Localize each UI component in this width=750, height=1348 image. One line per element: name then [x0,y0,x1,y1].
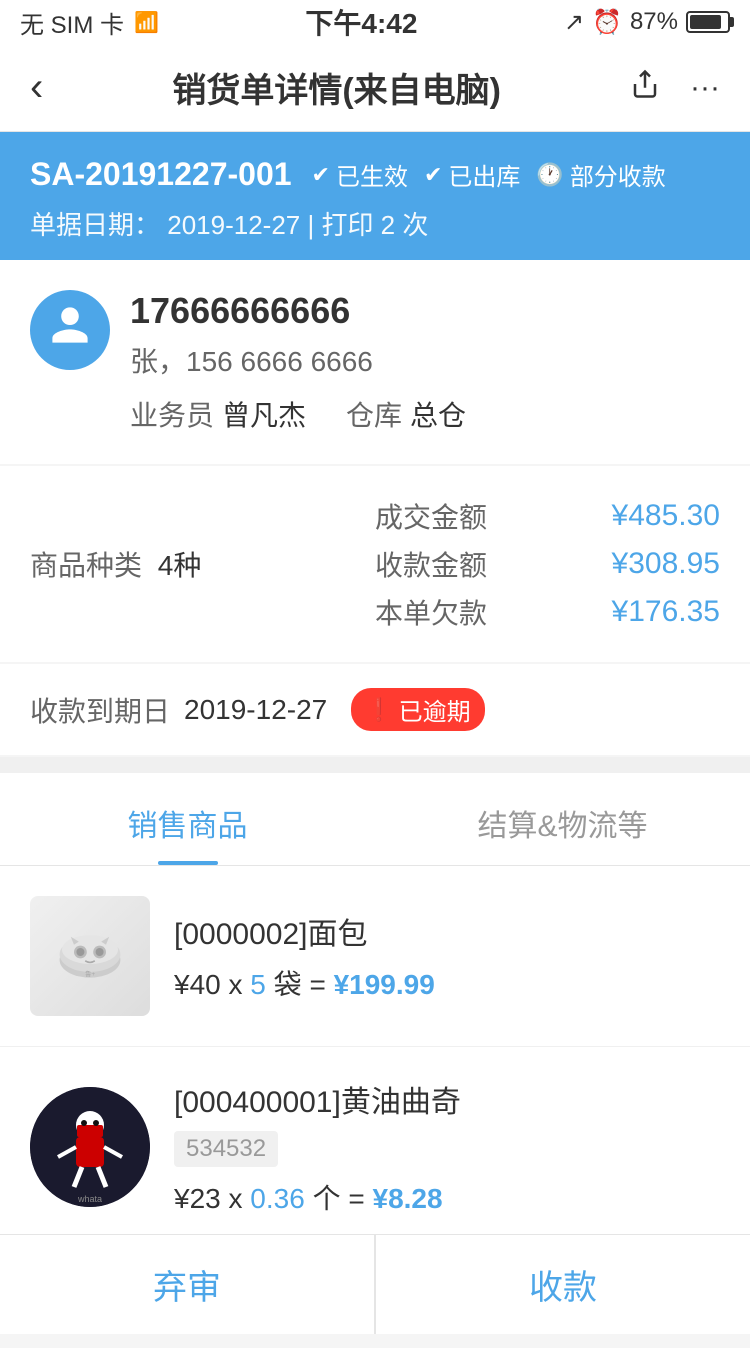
debt-value: ¥176.35 [612,595,720,629]
overdue-text: 已逾期 [399,692,471,727]
status-left: 无 SIM 卡 📶 [20,5,159,40]
product-item-cookie: whata [000400001]黄油曲奇 534532 ¥23 x 0.36 … [0,1047,750,1248]
product-kind-label: 商品种类 [30,550,142,581]
product-info-bread: [0000002]面包 ¥40 x 5 袋 = ¥199.99 [174,909,720,1003]
share-button[interactable] [630,69,660,107]
qty-cookie: 0.36 [250,1183,305,1214]
product-kind-row: 商品种类 4种 [30,544,375,584]
due-date-value: 2019-12-27 [184,694,327,726]
carrier-text: 无 SIM 卡 [20,5,124,40]
product-price-cookie: ¥23 x 0.36 个 = ¥8.28 [174,1177,720,1217]
amount-value: ¥485.30 [612,499,720,533]
clock-icon: 🕐 [536,162,563,188]
battery-fill [690,15,721,29]
warehouse-label: 仓库 [346,394,402,434]
product-list: 鲁+ [0000002]面包 ¥40 x 5 袋 = ¥199.99 [0,866,750,1248]
header-top: SA-20191227-001 ✔ 已生效 ✔ 已出库 🕐 部分收款 [30,156,720,193]
qty-bread: 5 [250,969,266,1000]
status-right: ↗ ⏰ 87% [564,8,730,37]
price-base-bread: ¥40 [174,969,221,1000]
collect-button[interactable]: 收款 [375,1235,750,1334]
warehouse-item: 仓库 总仓 [346,394,466,434]
nav-actions: ··· [630,69,720,107]
svg-text:鲁+: 鲁+ [85,969,95,978]
equals-bread: = [309,969,333,1000]
price-x-bread: x [229,969,251,1000]
header-banner: SA-20191227-001 ✔ 已生效 ✔ 已出库 🕐 部分收款 单据日期：… [0,132,750,260]
stats-section: 商品种类 4种 成交金额 ¥485.30 收款金额 ¥308.95 本单欠款 ¥… [0,466,750,662]
tab-settlement[interactable]: 结算&物流等 [375,773,750,865]
debt-row: 本单欠款 ¥176.35 [375,592,720,632]
unit-bread: 袋 [274,969,302,1000]
collected-value: ¥308.95 [612,547,720,581]
equals-cookie: = [348,1183,372,1214]
overdue-badge: ❗ 已逾期 [351,688,484,731]
wifi-icon: 📶 [134,10,159,35]
unit-cookie: 个 [313,1183,341,1214]
avatar [30,290,110,370]
section-divider [0,757,750,773]
check-icon-2: ✔ [424,162,442,188]
check-icon-1: ✔ [312,162,330,188]
product-name-cookie: [000400001]黄油曲奇 [174,1077,720,1121]
price-base-cookie: ¥23 [174,1183,221,1214]
collected-row: 收款金额 ¥308.95 [375,544,720,584]
bottom-bar: 弃审 收款 [0,1234,750,1334]
total-bread: ¥199.99 [334,969,435,1000]
collected-label: 收款金额 [375,544,487,584]
customer-info: 17666666666 张，156 6666 6666 业务员 曾凡杰 仓库 总… [130,290,720,434]
badge-shipped: ✔ 已出库 [424,157,520,192]
more-button[interactable]: ··· [690,71,720,105]
badge-effective: ✔ 已生效 [312,157,408,192]
price-x-cookie: x [229,1183,251,1214]
reject-button[interactable]: 弃审 [0,1235,374,1334]
overdue-icon: ❗ [365,697,392,723]
salesperson-label: 业务员 [130,394,214,434]
nav-bar: ‹ 销货单详情(来自电脑) ··· [0,44,750,132]
status-bar: 无 SIM 卡 📶 下午4:42 ↗ ⏰ 87% [0,0,750,44]
product-batch-cookie: 534532 [174,1131,278,1167]
product-info-cookie: [000400001]黄油曲奇 534532 ¥23 x 0.36 个 = ¥8… [174,1077,720,1217]
product-kind-value: 4种 [158,550,202,581]
tab-products[interactable]: 销售商品 [0,773,375,865]
customer-section: 17666666666 张，156 6666 6666 业务员 曾凡杰 仓库 总… [0,260,750,464]
status-time: 下午4:42 [305,2,417,42]
status-badges: ✔ 已生效 ✔ 已出库 🕐 部分收款 [312,157,666,192]
product-price-bread: ¥40 x 5 袋 = ¥199.99 [174,963,720,1003]
total-cookie: ¥8.28 [373,1183,443,1214]
customer-id: 17666666666 [130,290,720,332]
header-date-info: 单据日期： 2019-12-27 | 打印 2 次 [30,205,720,242]
product-item-bread: 鲁+ [0000002]面包 ¥40 x 5 袋 = ¥199.99 [0,866,750,1047]
tabs: 销售商品 结算&物流等 [0,773,750,866]
badge-partial: 🕐 部分收款 [536,157,665,192]
battery-bar [686,11,730,33]
nav-title: 销货单详情(来自电脑) [43,63,630,112]
due-section: 收款到期日 2019-12-27 ❗ 已逾期 [0,664,750,755]
salesperson-value: 曾凡杰 [222,394,306,434]
customer-meta: 业务员 曾凡杰 仓库 总仓 [130,394,720,434]
stats-right: 成交金额 ¥485.30 收款金额 ¥308.95 本单欠款 ¥176.35 [375,496,720,632]
product-thumb-cookie: whata [30,1087,150,1207]
customer-name: 张，156 6666 6666 [130,340,720,380]
salesperson-item: 业务员 曾凡杰 [130,394,306,434]
location-icon: ↗ [564,8,584,37]
svg-text:whata: whata [77,1194,102,1204]
stats-left: 商品种类 4种 [30,544,375,584]
alarm-icon: ⏰ [592,8,622,37]
product-name-bread: [0000002]面包 [174,909,720,953]
avatar-icon [48,303,92,358]
amount-label: 成交金额 [375,496,487,536]
due-date-label: 收款到期日 [30,690,170,730]
amount-row: 成交金额 ¥485.30 [375,496,720,536]
battery-text: 87% [630,8,678,36]
debt-label: 本单欠款 [375,592,487,632]
product-thumb-bread: 鲁+ [30,896,150,1016]
back-button[interactable]: ‹ [30,65,43,110]
order-id: SA-20191227-001 [30,156,292,193]
warehouse-value: 总仓 [410,394,466,434]
